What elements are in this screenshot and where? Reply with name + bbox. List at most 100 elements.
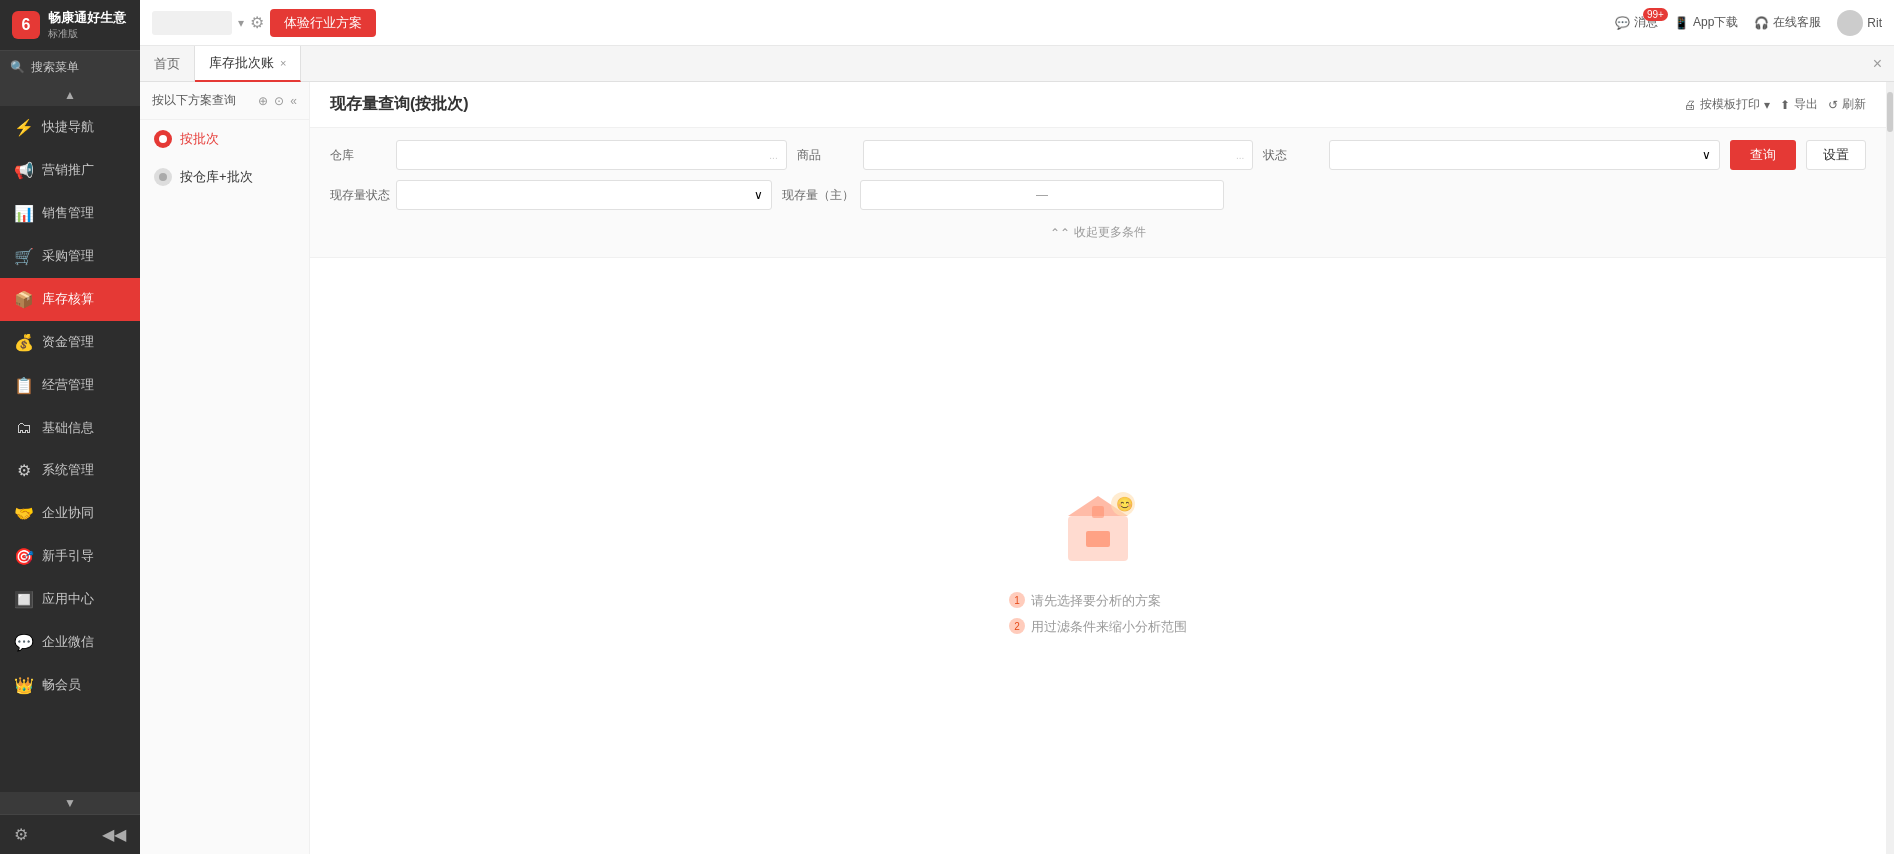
sidebar-item-inventory[interactable]: 📦 库存核算: [0, 278, 140, 321]
tip-1-text: 请先选择要分析的方案: [1031, 592, 1161, 610]
sidebar-item-enterprise[interactable]: 🤝 企业协同: [0, 492, 140, 535]
sidebar-item-finance[interactable]: 💰 资金管理: [0, 321, 140, 364]
status-select[interactable]: ∨: [1329, 140, 1720, 170]
quick-nav-icon: ⚡: [14, 118, 34, 137]
scroll-handle: [1887, 92, 1893, 132]
scheme-settings-icon[interactable]: ⊙: [274, 94, 284, 108]
tabs-bar: 首页 库存批次账 × ×: [140, 46, 1894, 82]
collapse-panel-icon[interactable]: «: [290, 94, 297, 108]
sidebar-item-marketing[interactable]: 📢 营销推广: [0, 149, 140, 192]
footer-settings-icon[interactable]: ⚙: [14, 825, 28, 844]
sidebar-search[interactable]: 🔍 搜索菜单: [0, 51, 140, 84]
avatar: [1837, 10, 1863, 36]
online-service-item[interactable]: 🎧 在线客服: [1754, 14, 1821, 31]
inventory-icon: 📦: [14, 290, 34, 309]
export-label: 导出: [1794, 96, 1818, 113]
sidebar-item-operation[interactable]: 📋 经营管理: [0, 364, 140, 407]
left-panel: 按以下方案查询 ⊕ ⊙ « 按批次 按仓库+批次: [140, 82, 310, 854]
tab-home-label: 首页: [154, 55, 180, 73]
inventory-qty-range[interactable]: —: [860, 180, 1224, 210]
page-title: 现存量查询(按批次): [330, 94, 469, 115]
filter-row-2: 现存量状态 ∨ 现存量（主） —: [330, 180, 1866, 210]
sidebar-item-label: 企业微信: [42, 633, 94, 651]
sidebar-item-sales[interactable]: 📊 销售管理: [0, 192, 140, 235]
sidebar-item-corp-wechat[interactable]: 💬 企业微信: [0, 621, 140, 664]
tabs-close-all-button[interactable]: ×: [1861, 55, 1894, 73]
user-name: Rit: [1867, 16, 1882, 30]
sidebar-item-purchase[interactable]: 🛒 采购管理: [0, 235, 140, 278]
inventory-qty-filter: 现存量（主） —: [782, 180, 1224, 210]
export-button[interactable]: ⬆ 导出: [1780, 96, 1818, 113]
app-download-label: App下载: [1693, 14, 1738, 31]
scheme-item-by-batch[interactable]: 按批次: [140, 120, 309, 158]
warehouse-input[interactable]: ...: [396, 140, 787, 170]
left-panel-header: 按以下方案查询 ⊕ ⊙ «: [140, 82, 309, 120]
left-panel-actions: ⊕ ⊙ «: [258, 94, 297, 108]
print-button[interactable]: 🖨 按模板打印 ▾: [1684, 96, 1770, 113]
topbar-gear-icon[interactable]: ⚙: [250, 13, 264, 32]
sidebar-item-vip[interactable]: 👑 畅会员: [0, 664, 140, 707]
scheme-by-batch-label: 按批次: [180, 130, 219, 148]
sales-icon: 📊: [14, 204, 34, 223]
sidebar-item-label: 快捷导航: [42, 118, 94, 136]
warehouse-dots: ...: [769, 150, 777, 161]
footer-collapse-icon[interactable]: ◀◀: [102, 825, 126, 844]
tip-1-number: 1: [1009, 592, 1025, 608]
sidebar-item-label: 资金管理: [42, 333, 94, 351]
sidebar-item-quick-nav[interactable]: ⚡ 快捷导航: [0, 106, 140, 149]
refresh-icon: ↺: [1828, 98, 1838, 112]
print-label: 按模板打印: [1700, 96, 1760, 113]
sidebar: 6 畅康通好生意 标准版 🔍 搜索菜单 ▲ ⚡ 快捷导航 📢 营销推广 📊 销售…: [0, 0, 140, 854]
status-caret-icon: ∨: [1702, 148, 1711, 162]
product-input[interactable]: ...: [863, 140, 1254, 170]
add-scheme-icon[interactable]: ⊕: [258, 94, 268, 108]
tab-inventory-batch[interactable]: 库存批次账 ×: [195, 46, 301, 82]
scroll-down-button[interactable]: ▼: [0, 792, 140, 814]
sidebar-item-label: 经营管理: [42, 376, 94, 394]
guide-icon: 🎯: [14, 547, 34, 566]
messages-item[interactable]: 💬 消息 99+: [1615, 14, 1658, 31]
product-filter: 商品 ...: [797, 140, 1254, 170]
sidebar-item-label: 应用中心: [42, 590, 94, 608]
operation-icon: 📋: [14, 376, 34, 395]
sidebar-item-label: 采购管理: [42, 247, 94, 265]
query-button[interactable]: 查询: [1730, 140, 1796, 170]
marketing-icon: 📢: [14, 161, 34, 180]
collapse-up-icon: ⌃⌃: [1050, 226, 1070, 240]
sidebar-nav: ⚡ 快捷导航 📢 营销推广 📊 销售管理 🛒 采购管理 📦 库存核算 💰 资金管…: [0, 106, 140, 792]
app-download-item[interactable]: 📱 App下载: [1674, 14, 1738, 31]
breadcrumb: [152, 11, 232, 35]
sidebar-item-app-center[interactable]: 🔲 应用中心: [0, 578, 140, 621]
inventory-status-caret-icon: ∨: [754, 188, 763, 202]
online-service-label: 在线客服: [1773, 14, 1821, 31]
message-icon: 💬: [1615, 16, 1630, 30]
tip-2-text: 用过滤条件来缩小分析范围: [1031, 618, 1187, 636]
trial-button[interactable]: 体验行业方案: [270, 9, 376, 37]
scroll-up-button[interactable]: ▲: [0, 84, 140, 106]
svg-text:😊: 😊: [1116, 496, 1134, 513]
collapse-more-button[interactable]: ⌃⌃ 收起更多条件: [330, 220, 1866, 245]
sidebar-item-basic[interactable]: 🗂 基础信息: [0, 407, 140, 449]
refresh-label: 刷新: [1842, 96, 1866, 113]
right-scrollbar[interactable]: [1886, 82, 1894, 854]
filter-area: 仓库 ... 商品 ... 状态: [310, 128, 1886, 258]
settings-button[interactable]: 设置: [1806, 140, 1866, 170]
sidebar-item-guide[interactable]: 🎯 新手引导: [0, 535, 140, 578]
breadcrumb-dropdown-icon[interactable]: ▾: [238, 16, 244, 30]
empty-tips: 1 请先选择要分析的方案 2 用过滤条件来缩小分析范围: [1009, 592, 1187, 636]
app-version: 标准版: [48, 27, 126, 40]
sidebar-item-system[interactable]: ⚙ 系统管理: [0, 449, 140, 492]
tab-close-icon[interactable]: ×: [280, 57, 286, 69]
system-icon: ⚙: [14, 461, 34, 480]
scheme-item-by-warehouse-batch[interactable]: 按仓库+批次: [140, 158, 309, 196]
inventory-status-select[interactable]: ∨: [396, 180, 772, 210]
sidebar-item-label: 库存核算: [42, 290, 94, 308]
inventory-qty-separator: —: [1036, 188, 1048, 202]
tab-home[interactable]: 首页: [140, 46, 195, 82]
user-item[interactable]: Rit: [1837, 10, 1882, 36]
right-content: 现存量查询(按批次) 🖨 按模板打印 ▾ ⬆ 导出 ↺ 刷新: [310, 82, 1886, 854]
vip-icon: 👑: [14, 676, 34, 695]
print-dropdown-icon[interactable]: ▾: [1764, 98, 1770, 112]
refresh-button[interactable]: ↺ 刷新: [1828, 96, 1866, 113]
online-service-icon: 🎧: [1754, 16, 1769, 30]
